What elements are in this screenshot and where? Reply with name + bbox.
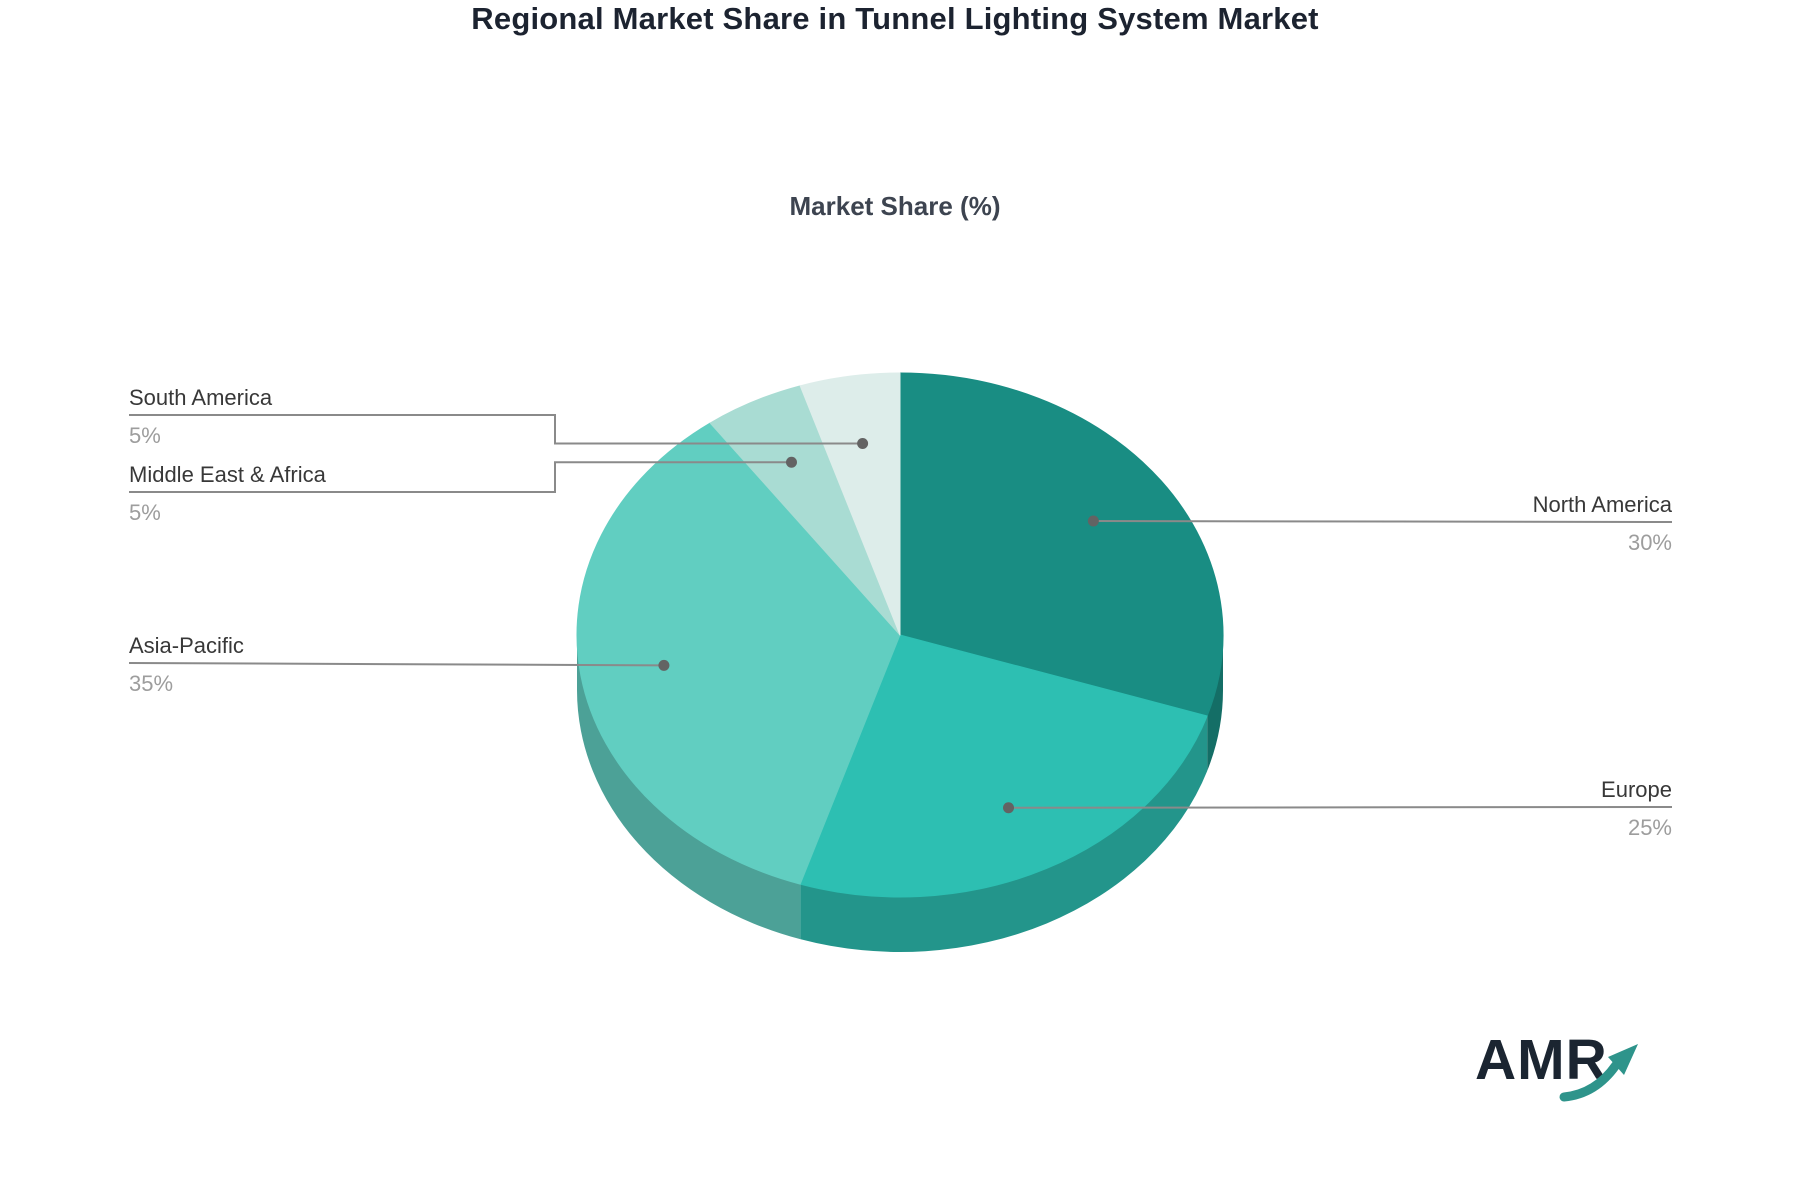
slice-value: 25% [1627, 815, 1672, 840]
chart-canvas: Regional Market Share in Tunnel Lighting… [0, 0, 1800, 1196]
slice-name: Middle East & Africa [129, 462, 326, 487]
connector-dot-middle-east-africa [785, 456, 797, 468]
pie-chart [128, 372, 1673, 952]
label-europe: Europe 25% [1601, 777, 1672, 841]
slice-name: North America [1532, 492, 1672, 517]
logo-arrow-icon [1559, 1044, 1638, 1102]
slice-name: South America [129, 385, 273, 410]
label-north-america: North America 30% [1533, 492, 1672, 556]
slice-value: 35% [129, 671, 174, 696]
connector-dot-asia-pacific [658, 659, 670, 671]
connector-dot-europe [1003, 802, 1015, 814]
connector-dot-south-america [857, 438, 869, 450]
label-south-america: South America 5% [129, 385, 272, 449]
label-asia-pacific: Asia-Pacific 35% [129, 633, 244, 697]
slice-name: Europe [1601, 777, 1672, 802]
slice-value: 5% [129, 500, 161, 525]
slice-name: Asia-Pacific [129, 633, 244, 658]
amr-logo: AMR [1475, 1031, 1638, 1102]
slice-value: 30% [1627, 530, 1672, 555]
label-connector-europe [1008, 806, 1673, 809]
slice-value: 5% [129, 423, 161, 448]
connector-dot-north-america [1087, 515, 1099, 527]
label-middle-east-africa: Middle East & Africa 5% [129, 462, 326, 526]
